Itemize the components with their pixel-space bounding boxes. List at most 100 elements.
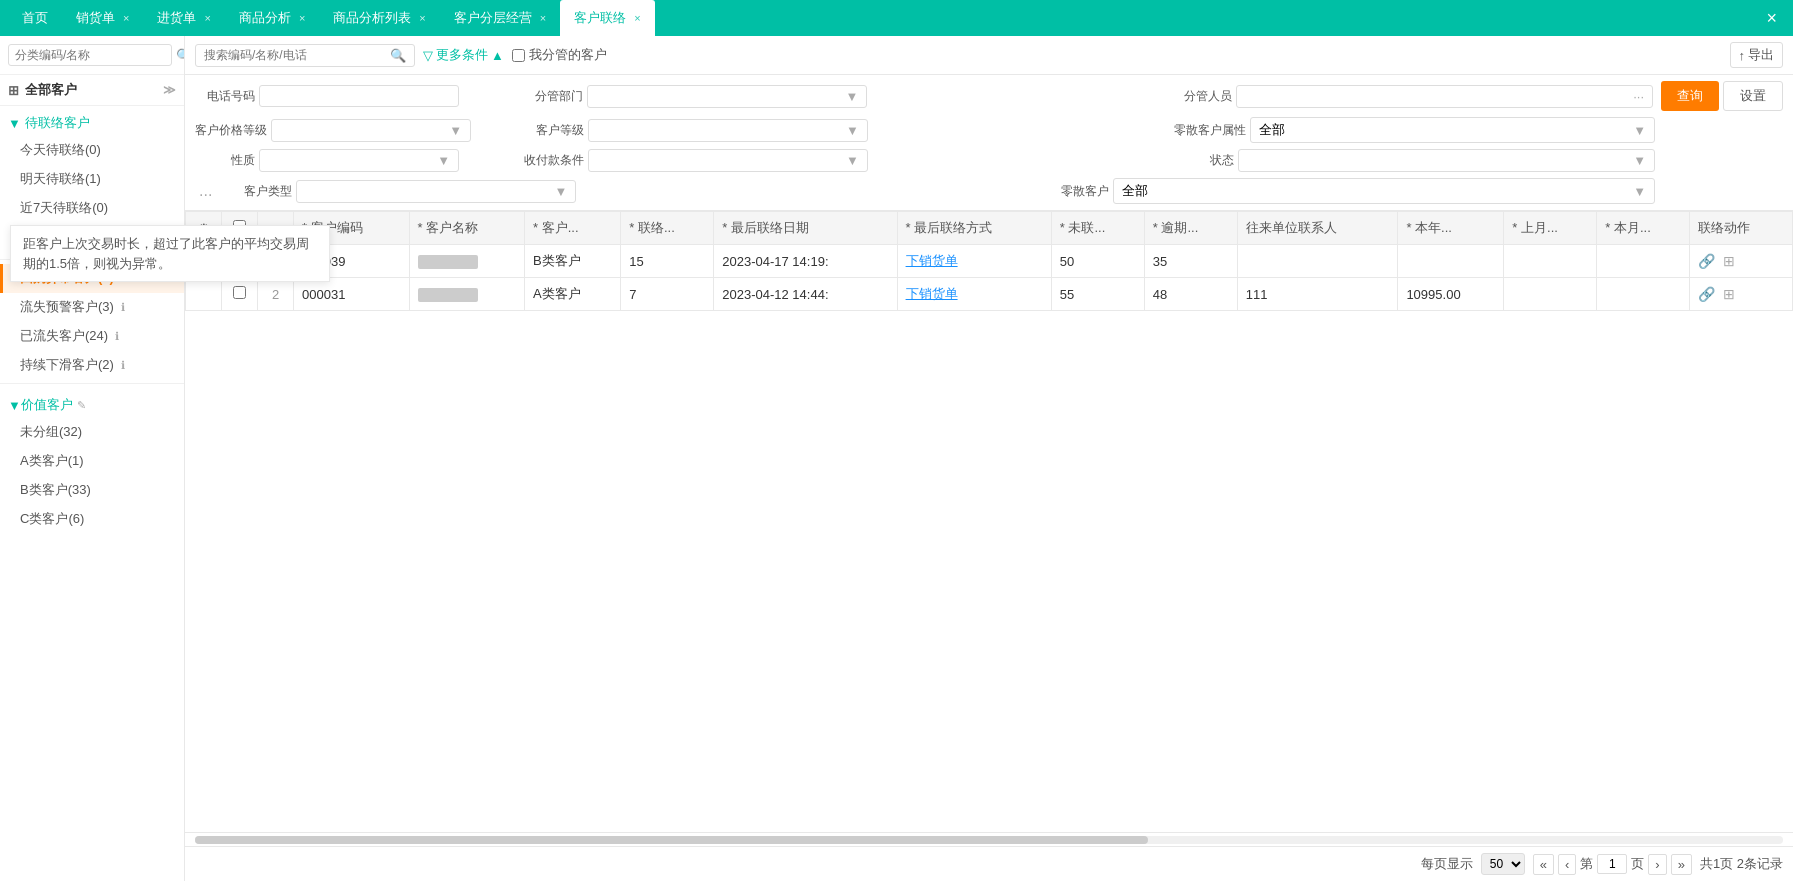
all-customers-header[interactable]: ⊞ 全部客户 ≫	[0, 75, 184, 106]
last-way-link[interactable]: 下销货单	[906, 286, 958, 301]
payment-select[interactable]: ▼	[588, 149, 868, 172]
first-page-button[interactable]: «	[1533, 854, 1554, 875]
window-close-button[interactable]: ×	[1758, 8, 1785, 29]
row-last-way[interactable]: 下销货单	[897, 278, 1051, 311]
export-button[interactable]: ↑ 导出	[1730, 42, 1784, 68]
prev-page-button[interactable]: ‹	[1558, 854, 1576, 875]
col-last-date[interactable]: * 最后联络日期	[714, 212, 897, 245]
person-select[interactable]: ···	[1236, 85, 1653, 108]
sidebar-item-tomorrow[interactable]: 明天待联络(1)	[0, 165, 184, 194]
status-select[interactable]: ▼	[1238, 149, 1655, 172]
nav-sales-close[interactable]: ×	[123, 0, 129, 36]
grid-action-icon[interactable]: ⊞	[1723, 253, 1735, 269]
tooltip-text: 距客户上次交易时长，超过了此客户的平均交易周期的1.5倍，则视为异常。	[185, 236, 309, 271]
row-checkbox[interactable]	[233, 286, 246, 299]
filter-bar: 🔍 ▽ 更多条件 ▲ 我分管的客户 ↑ 导出	[185, 36, 1793, 75]
last-page-button[interactable]: »	[1671, 854, 1692, 875]
nav-product-analysis[interactable]: 商品分析 ×	[225, 0, 319, 36]
sidebar-item-churn-warning[interactable]: 流失预警客户(3) ℹ	[0, 293, 184, 322]
col-this-year[interactable]: * 本年...	[1398, 212, 1504, 245]
customer-level-select[interactable]: ▼	[588, 119, 868, 142]
nav-product-analysis-list[interactable]: 商品分析列表 ×	[319, 0, 439, 36]
nav-sales-order[interactable]: 销货单 ×	[62, 0, 143, 36]
sidebar-item-unclassified[interactable]: 未分组(32)	[0, 418, 184, 447]
link-action-icon[interactable]: 🔗	[1698, 253, 1715, 269]
col-overdue[interactable]: * 逾期...	[1144, 212, 1237, 245]
query-button[interactable]: 查询	[1661, 81, 1719, 111]
col-name[interactable]: * 客户名称	[409, 212, 525, 245]
row-code[interactable]: 000031	[294, 278, 410, 311]
scroll-thumb[interactable]	[195, 836, 1148, 844]
retail-customer-select[interactable]: 全部 ▼	[1113, 178, 1655, 204]
phone-label: 电话号码	[195, 88, 255, 105]
grid-action-icon[interactable]: ⊞	[1723, 286, 1735, 302]
my-customer-checkbox[interactable]: 我分管的客户	[512, 46, 607, 64]
customer-type-select[interactable]: ▼	[296, 180, 576, 203]
horizontal-scrollbar[interactable]	[185, 832, 1793, 846]
nav-customer-tier[interactable]: 客户分层经营 ×	[440, 0, 560, 36]
arrow-down-icon-2: ▼	[8, 398, 21, 413]
sidebar-item-class-a[interactable]: A类客户(1)	[0, 447, 184, 476]
info-icon-3: ℹ	[115, 330, 119, 342]
customer-type-label: 客户类型	[232, 183, 292, 200]
payment-label: 收付款条件	[524, 152, 584, 169]
col-contact-person[interactable]: 往来单位联系人	[1237, 212, 1398, 245]
row-name[interactable]	[409, 278, 525, 311]
row-last-way[interactable]: 下销货单	[897, 245, 1051, 278]
price-level-select[interactable]: ▼	[271, 119, 471, 142]
link-action-icon[interactable]: 🔗	[1698, 286, 1715, 302]
more-dots-icon[interactable]: ...	[195, 182, 216, 200]
col-customer-type[interactable]: * 客户...	[525, 212, 621, 245]
last-way-link[interactable]: 下销货单	[906, 253, 958, 268]
row-check-cell[interactable]	[222, 278, 258, 311]
col-last-way[interactable]: * 最后联络方式	[897, 212, 1051, 245]
page-number-input[interactable]	[1597, 854, 1627, 874]
sidebar-item-churned[interactable]: 已流失客户(24) ℹ	[0, 322, 184, 351]
sidebar-collapse-btn[interactable]: ≫	[163, 83, 176, 97]
more-conditions-button[interactable]: ▽ 更多条件 ▲	[423, 46, 504, 64]
per-page-select[interactable]: 50	[1481, 853, 1525, 875]
nav-product-list-close[interactable]: ×	[419, 0, 425, 36]
nav-customer-tier-close[interactable]: ×	[540, 0, 546, 36]
search-input-container: 🔍	[195, 44, 415, 67]
col-uncontacted[interactable]: * 未联...	[1051, 212, 1144, 245]
sidebar-search-icon[interactable]: 🔍	[176, 48, 185, 63]
nav-customer-contact[interactable]: 客户联络 ×	[560, 0, 654, 36]
col-last-month[interactable]: * 上月...	[1504, 212, 1597, 245]
settings-button[interactable]: 设置	[1723, 81, 1783, 111]
value-customer-group: ▼ 价值客户 ✎ 未分组(32) A类客户(1) B类客户(33) C类客户(6…	[0, 388, 184, 537]
status-filter: 状态 ▼	[1174, 149, 1655, 172]
sidebar-item-class-c[interactable]: C类客户(6)	[0, 505, 184, 534]
my-customer-check[interactable]	[512, 49, 525, 62]
col-contact[interactable]: * 联络...	[621, 212, 714, 245]
sidebar-item-today[interactable]: 今天待联络(0)	[0, 136, 184, 165]
sidebar-item-class-b[interactable]: B类客户(33)	[0, 476, 184, 505]
dept-select[interactable]: ▼	[587, 85, 867, 108]
main-search-input[interactable]	[204, 48, 386, 62]
nav-home[interactable]: 首页	[8, 0, 62, 36]
sidebar-item-7days[interactable]: 近7天待联络(0)	[0, 194, 184, 223]
nav-purchase-close[interactable]: ×	[204, 0, 210, 36]
search-icon[interactable]: 🔍	[390, 48, 406, 63]
retail-attr-select[interactable]: 全部 ▼	[1250, 117, 1655, 143]
pending-group-title[interactable]: ▼ 待联络客户	[0, 110, 184, 136]
phone-input[interactable]	[259, 85, 459, 107]
person-label: 分管人员	[1172, 88, 1232, 105]
value-group-title[interactable]: ▼ 价值客户 ✎	[0, 392, 184, 418]
row-uncontacted: 55	[1051, 278, 1144, 311]
sidebar-search-input[interactable]	[8, 44, 172, 66]
scroll-track[interactable]	[195, 836, 1783, 844]
nav-product-analysis-close[interactable]: ×	[299, 0, 305, 36]
all-customers-label: 全部客户	[25, 81, 77, 99]
edit-icon[interactable]: ✎	[77, 399, 86, 412]
sidebar-item-declining[interactable]: 持续下滑客户(2) ℹ	[0, 351, 184, 380]
nav-customer-contact-close[interactable]: ×	[634, 0, 640, 36]
next-page-button[interactable]: ›	[1648, 854, 1666, 875]
col-this-month[interactable]: * 本月...	[1597, 212, 1690, 245]
row-last-date: 2023-04-12 14:44:	[714, 278, 897, 311]
gender-chevron-icon: ▼	[437, 153, 450, 168]
row-name[interactable]	[409, 245, 525, 278]
gender-select[interactable]: ▼	[259, 149, 459, 172]
nav-purchase-order[interactable]: 进货单 ×	[143, 0, 224, 36]
retail-attr-label: 零散客户属性	[1174, 122, 1246, 139]
